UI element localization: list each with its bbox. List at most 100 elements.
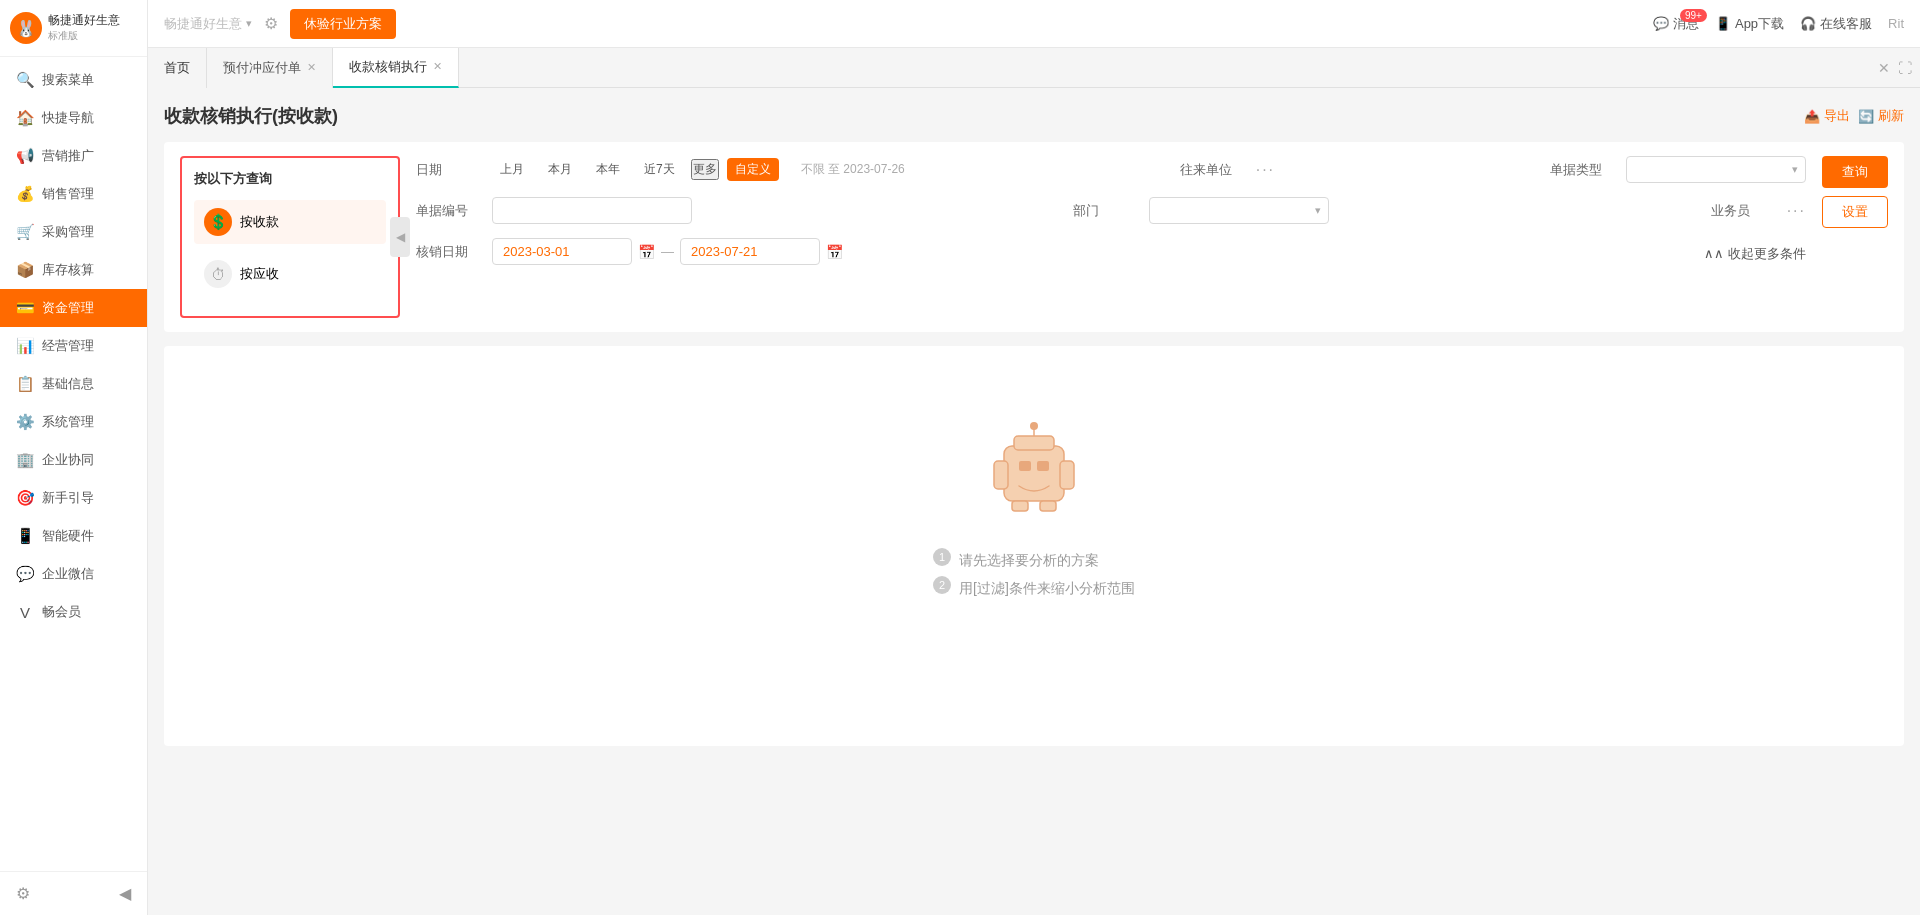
doc-type-select[interactable] — [1626, 156, 1806, 183]
query-button[interactable]: 查询 — [1822, 156, 1888, 188]
filter-row-1: 日期 上月 本月 本年 近7天 更多 自定义 不限 至 2023-07-26 往… — [416, 156, 1806, 183]
sidebar-item-marketing[interactable]: 📢 营销推广 — [0, 137, 147, 175]
collapse-more-conditions-button[interactable]: ∧∧ 收起更多条件 — [1704, 245, 1806, 263]
user-info[interactable]: Rit — [1888, 16, 1904, 31]
tab-prepayment[interactable]: 预付冲应付单 ✕ — [207, 48, 333, 88]
receipt-icon: 💲 — [204, 208, 232, 236]
wechat-icon: 💬 — [16, 565, 34, 583]
empty-illustration — [974, 406, 1094, 526]
chevron-up-icon: ∧∧ — [1704, 246, 1724, 261]
staff-label: 业务员 — [1711, 202, 1771, 220]
sidebar-item-operations[interactable]: 📊 经营管理 — [0, 327, 147, 365]
tab-close-all-icon[interactable]: ✕ — [1878, 60, 1890, 76]
svg-rect-1 — [994, 461, 1008, 489]
date-btn-last-month[interactable]: 上月 — [492, 158, 532, 181]
sidebar-item-label: 畅会员 — [42, 603, 81, 621]
page-header-actions: 📤 导出 🔄 刷新 — [1804, 107, 1904, 125]
filter-left-options: 按以下方查询 💲 按收款 ⏱ 按应收 ◀ — [180, 156, 400, 318]
sidebar-item-quicknav[interactable]: 🏠 快捷导航 — [0, 99, 147, 137]
partner-label: 往来单位 — [1180, 161, 1240, 179]
empty-state: 1 请先选择要分析的方案 2 用[过滤]条件来缩小分析范围 — [164, 346, 1904, 662]
sidebar-item-purchase[interactable]: 🛒 采购管理 — [0, 213, 147, 251]
partner-dots-icon[interactable]: ··· — [1256, 161, 1275, 179]
svg-point-7 — [1030, 422, 1038, 430]
doc-type-label: 单据类型 — [1550, 161, 1610, 179]
filter-option-receipt-label: 按收款 — [240, 213, 279, 231]
filter-option-by-receivable[interactable]: ⏱ 按应收 — [194, 252, 386, 296]
sidebar-item-member[interactable]: V 畅会员 — [0, 593, 147, 631]
calendar-start-icon[interactable]: 📅 — [638, 244, 655, 260]
filter-option-by-receipt[interactable]: 💲 按收款 — [194, 200, 386, 244]
tab-collection-close-icon[interactable]: ✕ — [433, 60, 442, 73]
page-content: 收款核销执行(按收款) 📤 导出 🔄 刷新 按以下方查询 💲 按收款 — [148, 88, 1920, 915]
tab-prepayment-close-icon[interactable]: ✕ — [307, 61, 316, 74]
sidebar-item-basicinfo[interactable]: 📋 基础信息 — [0, 365, 147, 403]
sidebar-menu: 🔍 搜索菜单 🏠 快捷导航 📢 营销推广 💰 销售管理 🛒 采购管理 📦 库存核… — [0, 57, 147, 871]
tab-collection[interactable]: 收款核销执行 ✕ — [333, 48, 459, 88]
filter-collapse-button[interactable]: ◀ — [390, 217, 410, 257]
industry-solution-button[interactable]: 休验行业方案 — [290, 9, 396, 39]
empty-tip-1: 1 请先选择要分析的方案 — [933, 546, 1135, 574]
dept-select[interactable] — [1149, 197, 1329, 224]
sidebar-item-hardware[interactable]: 📱 智能硬件 — [0, 517, 147, 555]
topbar-right: 💬 消息 99+ 📱 App下载 🎧 在线客服 Rit — [1653, 15, 1904, 33]
service-label: 在线客服 — [1820, 15, 1872, 33]
sidebar-item-system[interactable]: ⚙️ 系统管理 — [0, 403, 147, 441]
export-icon: 📤 — [1804, 109, 1820, 124]
online-service-button[interactable]: 🎧 在线客服 — [1800, 15, 1872, 33]
filter-right: 日期 上月 本月 本年 近7天 更多 自定义 不限 至 2023-07-26 往… — [416, 156, 1806, 318]
verify-date-group: 📅 — 📅 — [492, 238, 843, 265]
verify-date-end-input[interactable] — [680, 238, 820, 265]
refresh-button[interactable]: 🔄 刷新 — [1858, 107, 1904, 125]
settings-bottom-icon[interactable]: ⚙ — [16, 884, 30, 903]
date-btn-7days[interactable]: 近7天 — [636, 158, 683, 181]
date-btn-this-year[interactable]: 本年 — [588, 158, 628, 181]
sidebar-item-finance[interactable]: 💳 资金管理 — [0, 289, 147, 327]
svg-rect-9 — [1040, 501, 1056, 511]
verify-date-label: 核销日期 — [416, 243, 476, 261]
refresh-icon: 🔄 — [1858, 109, 1874, 124]
collapse-icon[interactable]: ◀ — [119, 884, 131, 903]
logo-text: 畅捷通好生意 — [48, 13, 120, 29]
export-button[interactable]: 📤 导出 — [1804, 107, 1850, 125]
svg-rect-2 — [1060, 461, 1074, 489]
logo-icon: 🐰 — [10, 12, 42, 44]
settings-button[interactable]: 设置 — [1822, 196, 1888, 228]
calendar-end-icon[interactable]: 📅 — [826, 244, 843, 260]
tab-home[interactable]: 首页 — [148, 48, 207, 88]
app-icon: 📱 — [1715, 16, 1731, 31]
topbar-gear-icon[interactable]: ⚙ — [264, 14, 278, 33]
sidebar-item-label: 快捷导航 — [42, 109, 94, 127]
doc-no-input[interactable] — [492, 197, 692, 224]
app-label: App下载 — [1735, 15, 1784, 33]
sidebar-item-enterprise[interactable]: 🏢 企业协同 — [0, 441, 147, 479]
staff-dots-icon[interactable]: ··· — [1787, 202, 1806, 220]
app-download-button[interactable]: 📱 App下载 — [1715, 15, 1784, 33]
sidebar-item-label: 经营管理 — [42, 337, 94, 355]
sidebar-item-search[interactable]: 🔍 搜索菜单 — [0, 61, 147, 99]
messages-button[interactable]: 💬 消息 99+ — [1653, 15, 1699, 33]
sidebar-item-sales[interactable]: 💰 销售管理 — [0, 175, 147, 213]
hardware-icon: 📱 — [16, 527, 34, 545]
sidebar-item-guide[interactable]: 🎯 新手引导 — [0, 479, 147, 517]
svg-rect-8 — [1012, 501, 1028, 511]
sidebar-item-inventory[interactable]: 📦 库存核算 — [0, 251, 147, 289]
date-separator: — — [661, 244, 674, 259]
tab-expand-icon[interactable]: ⛶ — [1898, 60, 1912, 76]
purchase-icon: 🛒 — [16, 223, 34, 241]
date-btn-more[interactable]: 更多 — [691, 159, 719, 180]
topbar-brand: 畅捷通好生意 ▾ — [164, 15, 252, 33]
finance-icon: 💳 — [16, 299, 34, 317]
sidebar-item-wechat[interactable]: 💬 企业微信 — [0, 555, 147, 593]
doc-no-label: 单据编号 — [416, 202, 476, 220]
export-label: 导出 — [1824, 107, 1850, 125]
member-icon: V — [16, 603, 34, 621]
date-btn-this-month[interactable]: 本月 — [540, 158, 580, 181]
inventory-icon: 📦 — [16, 261, 34, 279]
date-btn-custom[interactable]: 自定义 — [727, 158, 779, 181]
page-header: 收款核销执行(按收款) 📤 导出 🔄 刷新 — [164, 104, 1904, 128]
dept-select-wrap: ▾ — [1149, 197, 1329, 224]
sidebar-bottom: ⚙ ◀ — [0, 871, 147, 915]
tabbar: 首页 预付冲应付单 ✕ 收款核销执行 ✕ ✕ ⛶ — [148, 48, 1920, 88]
verify-date-start-input[interactable] — [492, 238, 632, 265]
